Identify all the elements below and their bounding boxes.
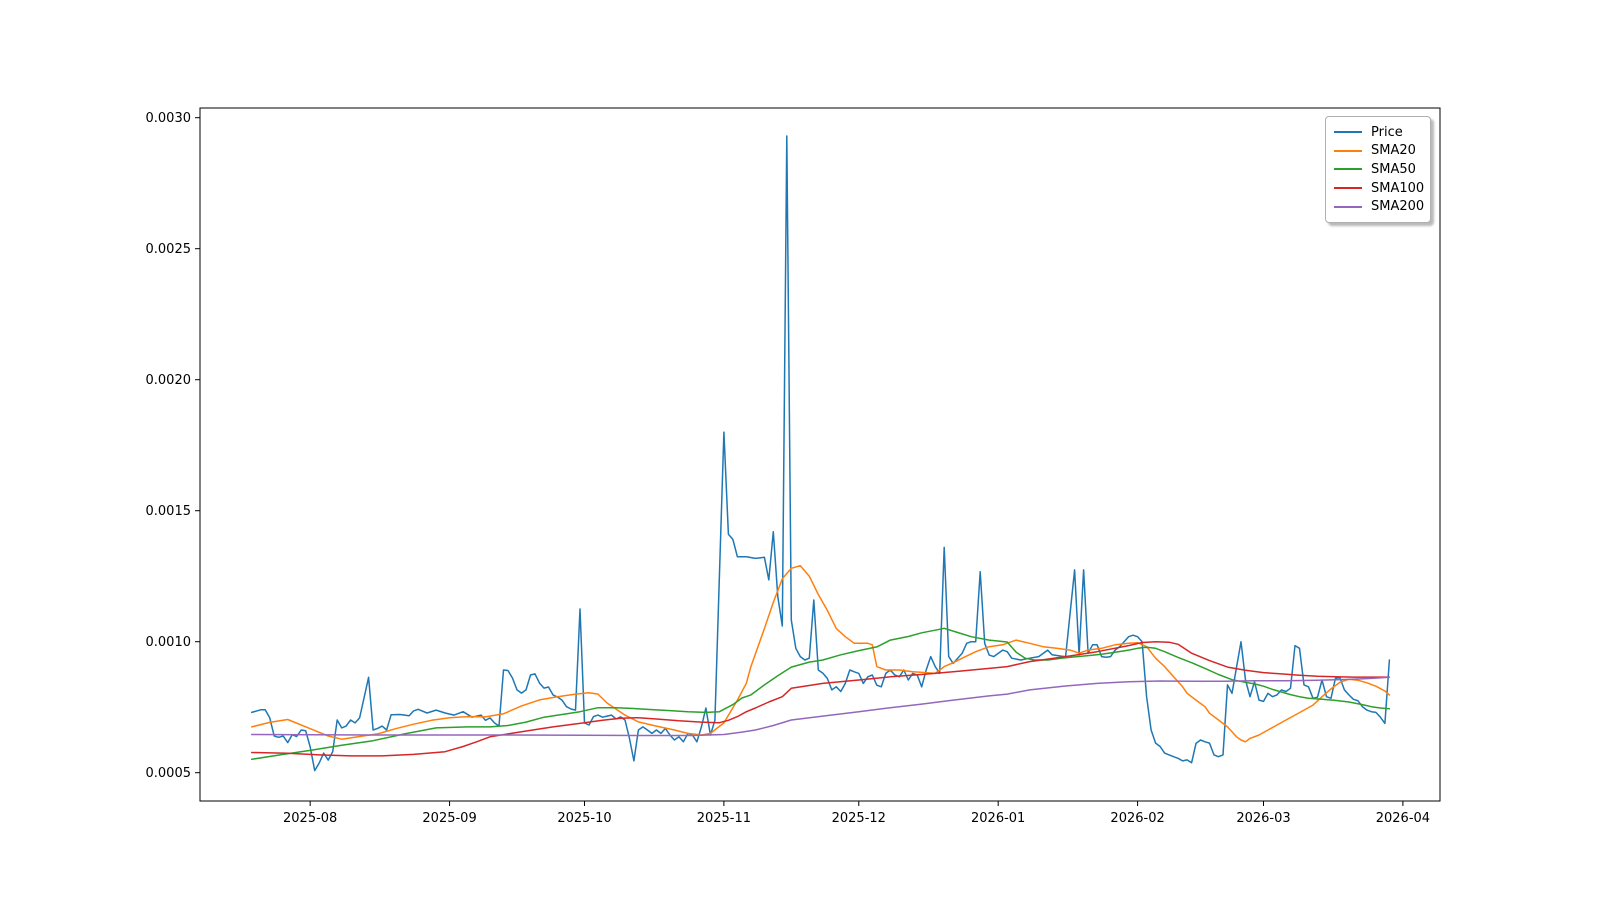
y-tick-label: 0.0005	[146, 766, 192, 781]
y-tick-label: 0.0030	[146, 111, 192, 126]
x-tick-label: 2026-02	[1110, 811, 1164, 826]
sma50-line	[250, 627, 1391, 761]
legend-item-sma50[interactable]: SMA50	[1334, 160, 1420, 179]
sma200-line	[250, 676, 1391, 737]
y-tick-label: 0.0025	[146, 242, 192, 257]
x-tick-label: 2026-01	[971, 811, 1025, 826]
y-tick-label: 0.0015	[146, 504, 192, 519]
x-tick-label: 2025-11	[697, 811, 751, 826]
x-tick-label: 2025-09	[422, 811, 476, 826]
sma100-line	[250, 640, 1391, 757]
y-tick-label: 0.0010	[146, 635, 192, 650]
legend-item-sma200[interactable]: SMA200	[1334, 197, 1424, 216]
sma50-line-swatch	[1334, 168, 1362, 171]
x-tick-label: 2025-10	[557, 811, 611, 826]
legend-item-sma20[interactable]: SMA20	[1334, 142, 1420, 161]
x-tick-label: 2025-12	[832, 811, 886, 826]
legend-label: SMA200	[1371, 199, 1425, 215]
price-line-swatch	[1334, 131, 1362, 134]
x-tick-label: 2025-08	[283, 811, 337, 826]
legend-label: SMA20	[1371, 143, 1416, 159]
legend-label: SMA50	[1371, 161, 1416, 177]
x-tick-label: 2026-03	[1236, 811, 1290, 826]
legend-label: Price	[1371, 124, 1403, 140]
sma20-line	[250, 564, 1391, 743]
legend-item-price[interactable]: Price	[1334, 123, 1420, 142]
y-tick-label: 0.0020	[146, 373, 192, 388]
sma100-line-swatch	[1334, 187, 1362, 190]
legend-label: SMA100	[1371, 180, 1425, 196]
figure: 2025-08 2025-09 2025-10 2025-11 2025-12 2026-…	[0, 0, 1600, 900]
sma200-line-swatch	[1334, 205, 1362, 208]
axes-frame	[199, 107, 1441, 802]
legend-item-sma100[interactable]: SMA100	[1334, 179, 1424, 198]
legend-box: Price SMA20 SMA50 SMA100 SMA200	[1325, 116, 1431, 223]
x-tick-label: 2026-04	[1376, 811, 1430, 826]
price-line	[250, 135, 1391, 772]
sma20-line-swatch	[1334, 149, 1362, 152]
